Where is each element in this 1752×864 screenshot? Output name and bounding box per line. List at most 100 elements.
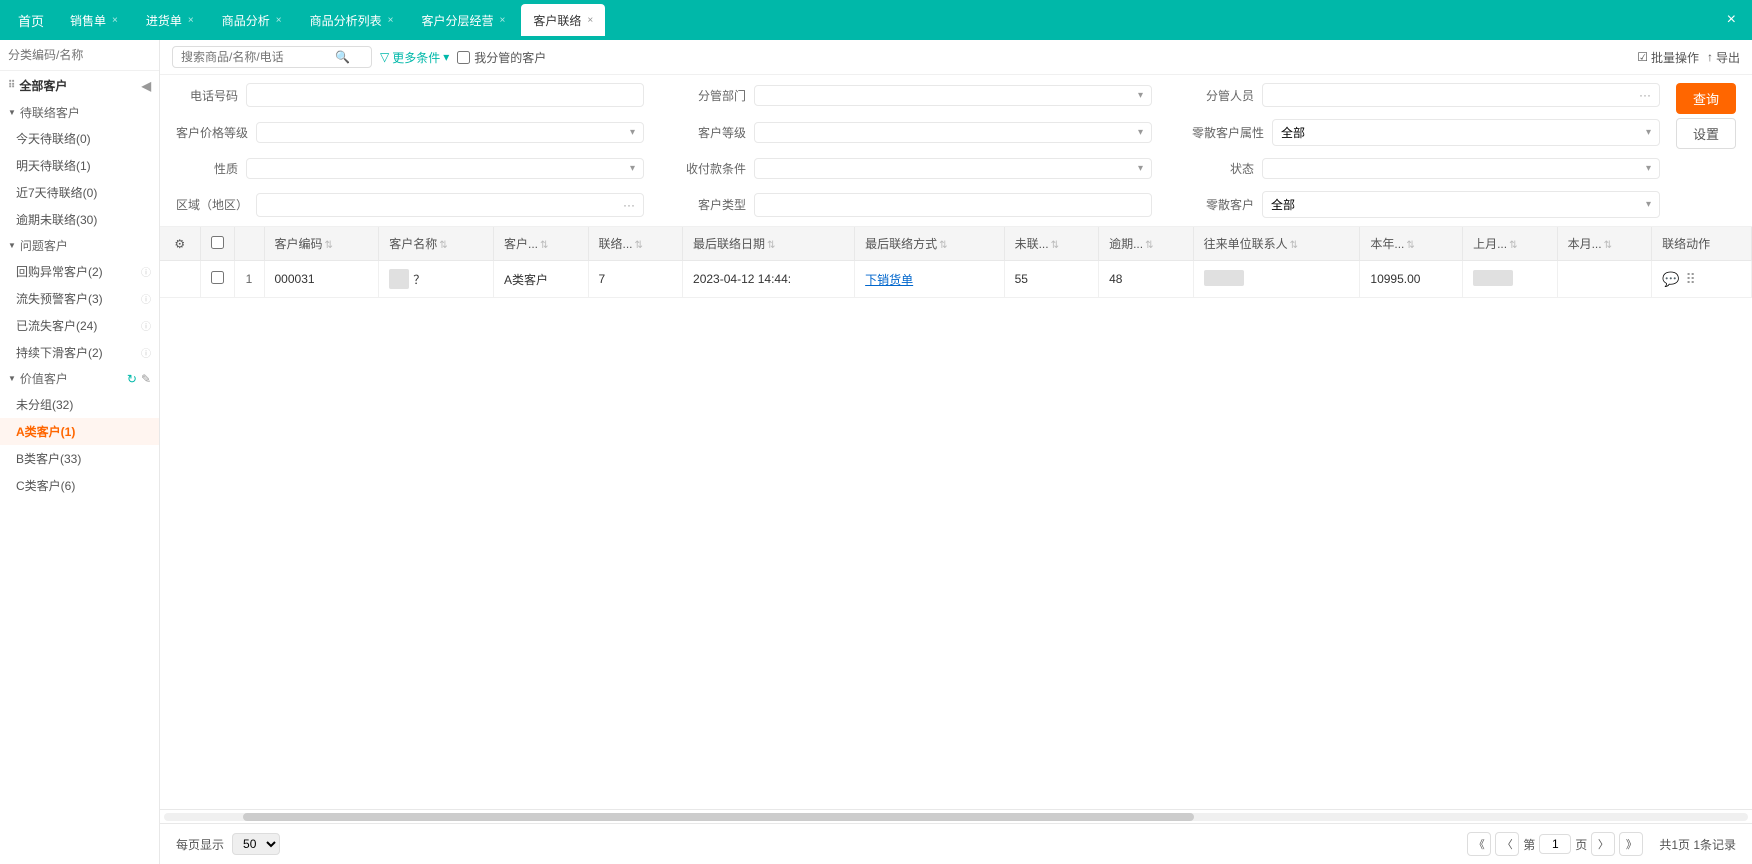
td-contact: 7 — [588, 261, 683, 298]
sidebar-group-pending[interactable]: 待联络客户 — [0, 100, 159, 125]
th-last-date[interactable]: 最后联络日期⇅ — [683, 227, 855, 261]
settings-button[interactable]: 设置 — [1676, 118, 1736, 149]
filter-btn[interactable]: ▽ 更多条件 ▾ — [380, 49, 449, 66]
chevron-down-icon: ▾ — [1138, 163, 1143, 174]
filter-dept-select[interactable]: ▾ — [754, 85, 1152, 106]
nav-tab-purchase[interactable]: 进货单 × — [134, 4, 206, 36]
sidebar-all-customers[interactable]: ⠿ 全部客户 ◀ — [0, 71, 159, 100]
close-icon[interactable]: × — [388, 15, 394, 26]
filter-nature-select[interactable]: ▾ — [246, 158, 644, 179]
sidebar-search-input[interactable] — [8, 48, 160, 62]
select-all-checkbox[interactable] — [211, 236, 224, 249]
export-button[interactable]: ↑ 导出 — [1707, 49, 1740, 66]
bulk-action-button[interactable]: ☑ 批量操作 — [1637, 49, 1699, 66]
close-icon[interactable]: × — [499, 15, 505, 26]
sidebar-collapse-icon[interactable]: ◀ — [142, 79, 151, 93]
th-unit-contact[interactable]: 往来单位联系人⇅ — [1193, 227, 1360, 261]
sidebar-item-overdue-contact[interactable]: 逾期未联络(30) — [0, 206, 159, 233]
sidebar-item-churned[interactable]: 已流失客户(24) ⓘ — [0, 312, 159, 339]
th-no-contact[interactable]: 未联...⇅ — [1004, 227, 1099, 261]
refresh-icon[interactable]: ↻ — [127, 372, 137, 386]
page-input[interactable] — [1539, 834, 1571, 854]
sidebar-item-tomorrow[interactable]: 明天待联络(1) — [0, 152, 159, 179]
th-category[interactable]: 客户...⇅ — [494, 227, 589, 261]
filter-row-1: 电话号码 分管部门 ▾ 分管人员 — [176, 83, 1660, 107]
th-overdue[interactable]: 逾期...⇅ — [1099, 227, 1194, 261]
h-scrollbar-thumb[interactable] — [243, 813, 1193, 821]
filter-retail-select[interactable]: 全部 ▾ — [1262, 191, 1660, 218]
chevron-down-icon: ▾ — [1646, 163, 1651, 174]
filter-phone-input[interactable] — [246, 83, 644, 107]
th-year-amount[interactable]: 本年...⇅ — [1360, 227, 1463, 261]
nav-tab-customer-segment[interactable]: 客户分层经营 × — [409, 4, 517, 36]
th-last-month[interactable]: 上月...⇅ — [1463, 227, 1558, 261]
th-last-method[interactable]: 最后联络方式⇅ — [855, 227, 1004, 261]
th-action: 联络动作 — [1652, 227, 1752, 261]
sidebar-item-today[interactable]: 今天待联络(0) — [0, 125, 159, 152]
close-icon[interactable]: × — [587, 15, 593, 26]
filter-status-select[interactable]: ▾ — [1262, 158, 1660, 179]
th-contact[interactable]: 联络...⇅ — [588, 227, 683, 261]
filter-region: 区域（地区） ··· — [176, 193, 644, 217]
td-settings — [160, 261, 200, 298]
filter-retail-attr-select[interactable]: 全部 ▾ — [1272, 119, 1660, 146]
td-last-month — [1463, 261, 1558, 298]
h-scrollbar-track[interactable] — [164, 813, 1748, 821]
nav-home[interactable]: 首页 — [8, 11, 54, 30]
more-icon[interactable]: ⠿ — [1686, 271, 1696, 288]
edit-icon[interactable]: ✎ — [141, 372, 151, 386]
search-icon[interactable]: 🔍 — [335, 50, 350, 64]
th-name[interactable]: 客户名称⇅ — [379, 227, 494, 261]
nav-tab-analysis[interactable]: 商品分析 × — [210, 4, 294, 36]
filter-dept: 分管部门 ▾ — [684, 85, 1152, 106]
page-size-select[interactable]: 50 — [232, 833, 280, 855]
my-customers-checkbox[interactable] — [457, 51, 470, 64]
main-search-input[interactable] — [181, 50, 331, 64]
filter-customer-type-input[interactable] — [754, 193, 1152, 217]
th-this-month[interactable]: 本月...⇅ — [1557, 227, 1652, 261]
filter-payment-select[interactable]: ▾ — [754, 158, 1152, 179]
filter-customer-type: 客户类型 — [684, 193, 1152, 217]
total-info: 共1页 1条记录 — [1659, 836, 1736, 853]
table-row: 1 000031 ？ A类客户 7 2023-04-12 14:44: — [160, 261, 1752, 298]
sidebar-group-problem[interactable]: 问题客户 — [0, 233, 159, 258]
td-name: ？ — [379, 261, 494, 298]
sidebar-group-value[interactable]: ▼ 价值客户 ↻ ✎ — [0, 366, 159, 391]
sidebar-item-7days[interactable]: 近7天待联络(0) — [0, 179, 159, 206]
sidebar-item-churn-warning[interactable]: 流失预警客户(3) ⓘ — [0, 285, 159, 312]
td-overdue: 48 — [1099, 261, 1194, 298]
sidebar-item-unclassified[interactable]: 未分组(32) — [0, 391, 159, 418]
nav-tab-customer-contact[interactable]: 客户联络 × — [521, 4, 605, 36]
filter-price-level-label: 客户价格等级 — [176, 124, 256, 141]
last-page-button[interactable]: 》 — [1619, 832, 1643, 856]
prev-page-button[interactable]: 〈 — [1495, 832, 1519, 856]
sidebar-search-wrap: 🔍 — [0, 40, 159, 71]
filter-price-level-select[interactable]: ▾ — [256, 122, 644, 143]
row-checkbox[interactable] — [211, 271, 224, 284]
th-settings[interactable]: ⚙ — [160, 227, 200, 261]
filter-person: 分管人员 ··· — [1192, 83, 1660, 107]
filter-status: 状态 ▾ — [1192, 158, 1660, 179]
filter-region-input[interactable]: ··· — [256, 193, 644, 217]
search-wrap: 🔍 — [172, 46, 372, 68]
sidebar-item-class-b[interactable]: B类客户(33) — [0, 445, 159, 472]
close-icon[interactable]: × — [188, 15, 194, 26]
nav-tab-analysis-list[interactable]: 商品分析列表 × — [298, 4, 406, 36]
filter-person-input[interactable]: ··· — [1262, 83, 1660, 107]
sidebar-item-repurchase-abnormal[interactable]: 回购异常客户(2) ⓘ — [0, 258, 159, 285]
nav-tab-sales[interactable]: 销售单 × — [58, 4, 130, 36]
last-method-link[interactable]: 下销货单 — [865, 273, 913, 287]
query-button[interactable]: 查询 — [1676, 83, 1736, 114]
th-check[interactable] — [200, 227, 234, 261]
close-icon[interactable]: × — [112, 15, 118, 26]
close-icon[interactable]: × — [276, 15, 282, 26]
th-code[interactable]: 客户编码⇅ — [264, 227, 379, 261]
message-icon[interactable]: 💬 — [1662, 271, 1679, 288]
sidebar-item-declining[interactable]: 持续下滑客户(2) ⓘ — [0, 339, 159, 366]
sidebar-item-class-a[interactable]: A类客户(1) — [0, 418, 159, 445]
sidebar-item-class-c[interactable]: C类客户(6) — [0, 472, 159, 499]
first-page-button[interactable]: 《 — [1467, 832, 1491, 856]
filter-customer-level-select[interactable]: ▾ — [754, 122, 1152, 143]
app-close-button[interactable]: × — [1719, 11, 1744, 29]
next-page-button[interactable]: 〉 — [1591, 832, 1615, 856]
